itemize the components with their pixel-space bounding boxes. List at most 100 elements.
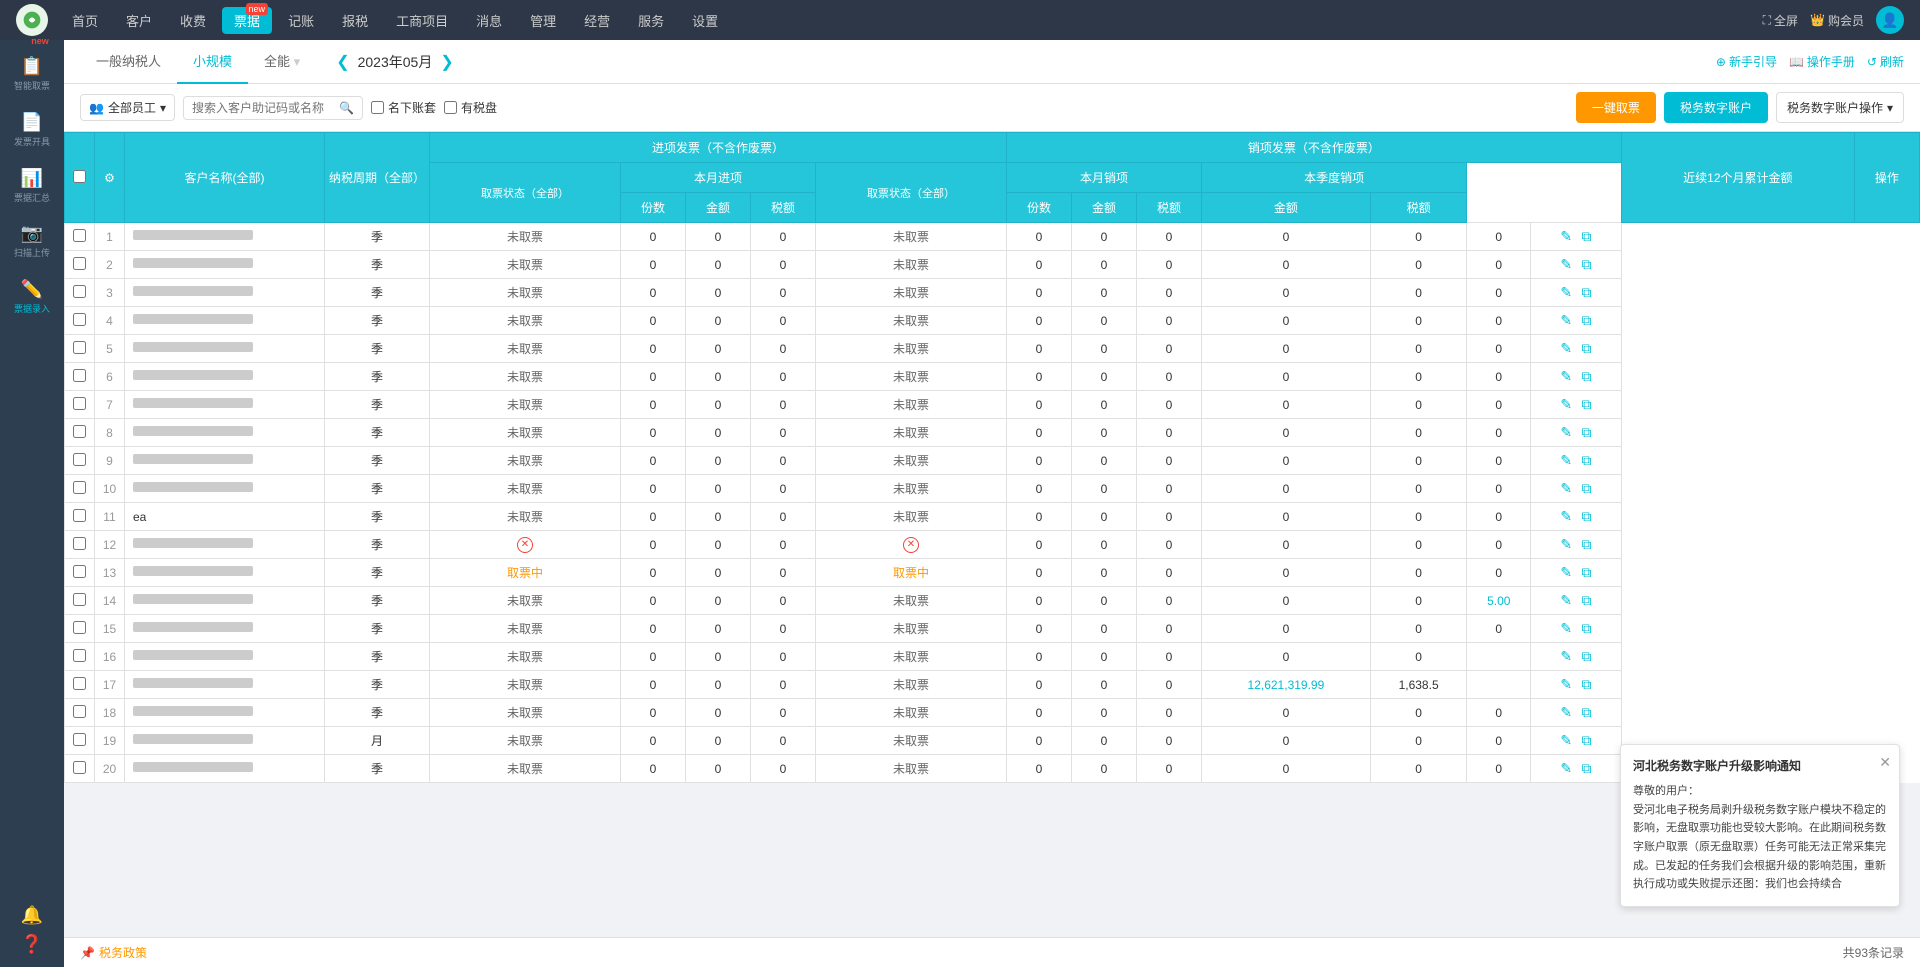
cell-checkbox[interactable] [65,475,95,503]
cell-checkbox[interactable] [65,447,95,475]
one-click-fetch-btn[interactable]: 一键取票 [1576,92,1656,123]
copy-action-icon[interactable]: ⧉ [1581,228,1591,244]
cell-checkbox[interactable] [65,335,95,363]
th-name[interactable]: 客户名称(全部) [125,133,325,223]
vip-btn[interactable]: 👑 购会员 [1810,12,1864,29]
row-checkbox[interactable] [73,397,86,410]
edit-action-icon[interactable]: ✎ [1560,704,1572,720]
sidebar-item-smart-ticket[interactable]: 📋 new 智能取票 [0,48,64,100]
copy-action-icon[interactable]: ⧉ [1581,508,1591,524]
sidebar-question-icon[interactable]: ❓ [21,934,43,955]
tab-general-taxpayer[interactable]: 一般纳税人 [80,40,177,84]
edit-action-icon[interactable]: ✎ [1560,228,1572,244]
copy-action-icon[interactable]: ⧉ [1581,676,1591,692]
edit-action-icon[interactable]: ✎ [1560,312,1572,328]
row-checkbox[interactable] [73,565,86,578]
edit-action-icon[interactable]: ✎ [1560,480,1572,496]
copy-action-icon[interactable]: ⧉ [1581,284,1591,300]
search-bar[interactable]: 🔍 [183,96,363,120]
edit-action-icon[interactable]: ✎ [1560,676,1572,692]
fullscreen-btn[interactable]: ⛶ 全屏 [1763,12,1798,29]
copy-action-icon[interactable]: ⧉ [1581,592,1591,608]
cell-checkbox[interactable] [65,727,95,755]
nav-fee[interactable]: 收费 [168,7,218,34]
copy-action-icon[interactable]: ⧉ [1581,760,1591,776]
cell-checkbox[interactable] [65,307,95,335]
row-checkbox[interactable] [73,733,86,746]
edit-action-icon[interactable]: ✎ [1560,340,1572,356]
cell-checkbox[interactable] [65,755,95,783]
edit-action-icon[interactable]: ✎ [1560,592,1572,608]
row-checkbox[interactable] [73,621,86,634]
cell-checkbox[interactable] [65,643,95,671]
edit-action-icon[interactable]: ✎ [1560,424,1572,440]
cell-checkbox[interactable] [65,503,95,531]
copy-action-icon[interactable]: ⧉ [1581,564,1591,580]
cell-checkbox[interactable] [65,671,95,699]
next-month-btn[interactable]: ❯ [440,52,453,72]
nav-customer[interactable]: 客户 [114,7,164,34]
cell-checkbox[interactable] [65,559,95,587]
select-all-checkbox[interactable] [73,170,86,183]
th-period[interactable]: 纳税周期（全部） [325,133,430,223]
cell-checkbox[interactable] [65,363,95,391]
row-checkbox[interactable] [73,341,86,354]
row-checkbox[interactable] [73,285,86,298]
new-guide-btn[interactable]: ⊕ 新手引导 [1716,53,1777,70]
copy-action-icon[interactable]: ⧉ [1581,424,1591,440]
copy-action-icon[interactable]: ⧉ [1581,312,1591,328]
edit-action-icon[interactable]: ✎ [1560,256,1572,272]
prev-month-btn[interactable]: ❮ [336,52,349,72]
nav-message[interactable]: 消息 [464,7,514,34]
cell-checkbox[interactable] [65,531,95,559]
copy-action-icon[interactable]: ⧉ [1581,648,1591,664]
row-checkbox[interactable] [73,537,86,550]
edit-action-icon[interactable]: ✎ [1560,508,1572,524]
copy-action-icon[interactable]: ⧉ [1581,732,1591,748]
tab-small-scale[interactable]: 小规模 [177,40,248,84]
cell-checkbox[interactable] [65,391,95,419]
copy-action-icon[interactable]: ⧉ [1581,256,1591,272]
row-checkbox[interactable] [73,313,86,326]
row-checkbox[interactable] [73,257,86,270]
copy-action-icon[interactable]: ⧉ [1581,480,1591,496]
has-tax-plate-checkbox[interactable]: 有税盘 [444,99,497,116]
edit-action-icon[interactable]: ✎ [1560,648,1572,664]
row-checkbox[interactable] [73,425,86,438]
cell-checkbox[interactable] [65,223,95,251]
edit-action-icon[interactable]: ✎ [1560,368,1572,384]
tax-digital-ops-btn[interactable]: 税务数字账户操作 ▾ [1776,92,1904,123]
row-checkbox[interactable] [73,649,86,662]
nav-manage[interactable]: 管理 [518,7,568,34]
row-checkbox[interactable] [73,369,86,382]
th-out-status[interactable]: 取票状态（全部） [816,163,1007,223]
edit-action-icon[interactable]: ✎ [1560,452,1572,468]
copy-action-icon[interactable]: ⧉ [1581,396,1591,412]
edit-action-icon[interactable]: ✎ [1560,536,1572,552]
nav-invoice[interactable]: 票据 new [222,7,272,34]
nav-operation[interactable]: 经营 [572,7,622,34]
sidebar-item-entry[interactable]: ✏️ 票据录入 [0,271,64,323]
copy-action-icon[interactable]: ⧉ [1581,704,1591,720]
sidebar-bell-icon[interactable]: 🔔 [21,905,43,926]
row-checkbox[interactable] [73,761,86,774]
th-in-status[interactable]: 取票状态（全部） [430,163,621,223]
cell-checkbox[interactable] [65,587,95,615]
edit-action-icon[interactable]: ✎ [1560,760,1572,776]
search-input[interactable] [192,101,335,115]
row-checkbox[interactable] [73,453,86,466]
cell-checkbox[interactable] [65,279,95,307]
copy-action-icon[interactable]: ⧉ [1581,536,1591,552]
row-checkbox[interactable] [73,229,86,242]
cell-checkbox[interactable] [65,615,95,643]
edit-action-icon[interactable]: ✎ [1560,732,1572,748]
employee-filter[interactable]: 👥 全部员工 ▾ [80,94,175,121]
row-checkbox[interactable] [73,677,86,690]
nav-home[interactable]: 首页 [60,7,110,34]
edit-action-icon[interactable]: ✎ [1560,396,1572,412]
notification-close-btn[interactable]: ✕ [1879,751,1891,773]
user-avatar[interactable]: 👤 [1876,6,1904,34]
row-checkbox[interactable] [73,705,86,718]
cell-checkbox[interactable] [65,251,95,279]
tax-policy-link[interactable]: 📌 税务政策 [80,944,147,961]
